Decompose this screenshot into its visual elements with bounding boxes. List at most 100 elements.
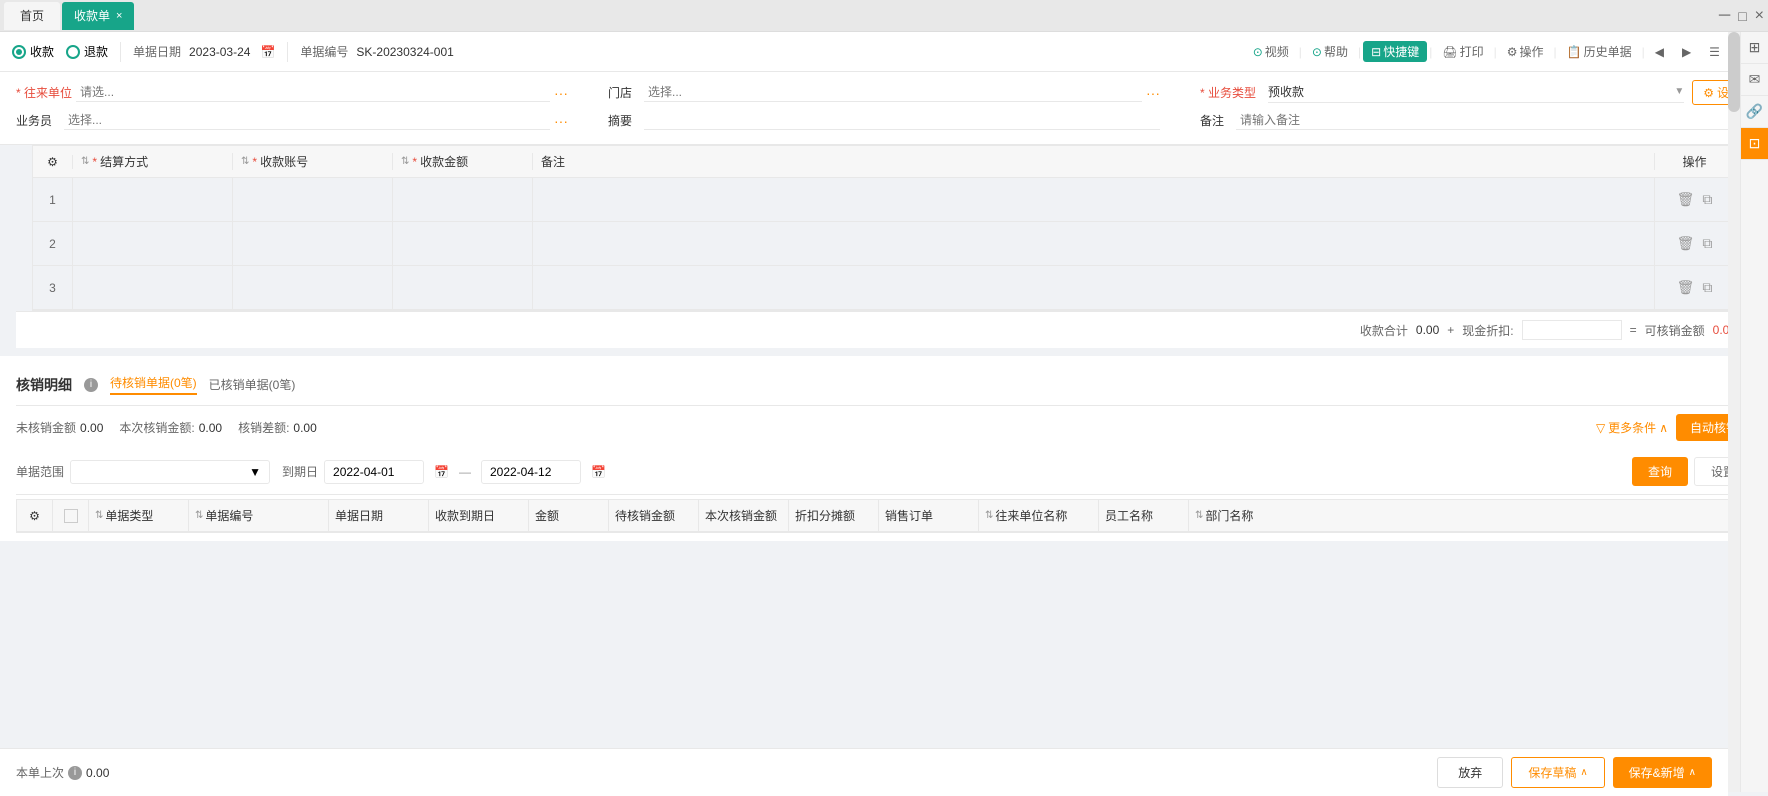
done-tab[interactable]: 已核销单据(0笔) xyxy=(209,376,296,393)
header-checkbox[interactable] xyxy=(64,509,78,523)
shop-more-btn[interactable]: ··· xyxy=(1146,85,1160,101)
row-1-amount[interactable] xyxy=(393,178,533,221)
radio-tuikuan[interactable]: 退款 xyxy=(66,43,108,60)
remark-field: 备注 xyxy=(1200,111,1752,130)
prev-info-icon[interactable]: i xyxy=(68,766,82,780)
scrollbar[interactable] xyxy=(1728,32,1740,792)
row-1-remark[interactable] xyxy=(533,178,1655,221)
radio-shoukuan[interactable]: 收款 xyxy=(12,43,54,60)
discount-input[interactable] xyxy=(1522,320,1622,340)
date-separator: — xyxy=(459,465,471,479)
summary-input[interactable] xyxy=(644,111,1160,130)
calendar-to-icon[interactable]: 📅 xyxy=(591,465,606,479)
row-2-amount[interactable] xyxy=(393,222,533,265)
row-1-copy-icon[interactable]: ⧉ xyxy=(1702,191,1712,208)
shop-input[interactable] xyxy=(644,83,1142,102)
save-draft-btn[interactable]: 保存草稿 ∧ xyxy=(1511,757,1604,788)
form-area: * 往来单位 ··· 门店 ··· * 业务类型 预收款 ▼ ⚙ 设置 xyxy=(0,72,1768,145)
row-2-jiesuan[interactable] xyxy=(73,222,233,265)
summary-row: 收款合计 0.00 + 现金折扣: = 可核销金额 0.00 xyxy=(16,311,1752,348)
footer-left: 本单上次 i 0.00 xyxy=(16,764,109,781)
history-btn[interactable]: 📋 历史单据 xyxy=(1559,41,1640,62)
row-2-account[interactable] xyxy=(233,222,393,265)
date-to-input[interactable] xyxy=(481,460,581,484)
biz-select[interactable]: 预收款 ▼ xyxy=(1268,83,1684,103)
diff-stat: 核销差额: 0.00 xyxy=(238,419,317,436)
row-3-remark[interactable] xyxy=(533,266,1655,309)
list-view-btn[interactable]: ☰ xyxy=(1701,43,1728,61)
help-icon: ⊙ xyxy=(1312,45,1322,59)
row-3-jiesuan[interactable] xyxy=(73,266,233,309)
video-btn[interactable]: ⊙ 视频 xyxy=(1245,41,1297,62)
calendar-from-icon[interactable]: 📅 xyxy=(434,465,449,479)
row-1-delete-icon[interactable]: 🗑 xyxy=(1677,191,1695,208)
biz-dropdown-icon: ▼ xyxy=(1674,86,1684,97)
settings-icon: ⚙ xyxy=(1703,86,1714,100)
scrollbar-thumb[interactable] xyxy=(1728,32,1740,112)
tab-close-icon[interactable]: × xyxy=(116,10,122,22)
partner-more-btn[interactable]: ··· xyxy=(554,85,568,101)
tab-current[interactable]: 收款单 × xyxy=(62,2,134,30)
help-btn[interactable]: ⊙ 帮助 xyxy=(1304,41,1356,62)
save-new-btn[interactable]: 保存&新增 ∧ xyxy=(1613,757,1712,788)
staff-more-btn[interactable]: ··· xyxy=(554,113,568,129)
sidebar-email-icon[interactable]: ✉ xyxy=(1741,64,1768,96)
table-header: ⚙ ⇅ * 结算方式 ⇅ * 收款账号 ⇅ * 收款金额 备注 操作 xyxy=(33,146,1735,178)
row-1-account[interactable] xyxy=(233,178,393,221)
radio-shoukuan-label: 收款 xyxy=(30,43,54,60)
table-row: 2 🗑 ⧉ xyxy=(33,222,1735,266)
row-2-actions: 🗑 ⧉ xyxy=(1655,222,1735,265)
row-1-jiesuan[interactable] xyxy=(73,178,233,221)
th-account: ⇅ * 收款账号 xyxy=(233,153,393,170)
biz-field: * 业务类型 预收款 ▼ ⚙ 设置 xyxy=(1200,80,1752,105)
table-row: 1 🗑 ⧉ xyxy=(33,178,1735,222)
remark-input[interactable] xyxy=(1236,111,1752,130)
discard-btn[interactable]: 放弃 xyxy=(1437,757,1503,788)
staff-label: 业务员 xyxy=(16,112,52,129)
stats-row: 未核销金额 0.00 本次核销金额: 0.00 核销差额: 0.00 ▽ 更多条… xyxy=(16,406,1752,449)
close-icon[interactable]: × xyxy=(1755,7,1764,25)
shortcut-btn[interactable]: ⊟ 快捷键 xyxy=(1363,41,1427,62)
pending-tab[interactable]: 待核销单据(0笔) xyxy=(110,374,197,395)
row-2-delete-icon[interactable]: 🗑 xyxy=(1677,235,1695,252)
this-cancel-label: 本次核销金额: xyxy=(119,419,194,436)
row-3-copy-icon[interactable]: ⧉ xyxy=(1702,279,1712,296)
row-3-delete-icon[interactable]: 🗑 xyxy=(1677,279,1695,296)
prev-page-btn[interactable]: ◀ xyxy=(1647,43,1672,61)
date-value: 2023-03-24 xyxy=(189,45,250,59)
bth-staff: 员工名称 xyxy=(1099,500,1189,531)
query-btn[interactable]: 查询 xyxy=(1632,457,1688,486)
equals-sign: = xyxy=(1630,323,1637,337)
total-label: 收款合计 xyxy=(1360,322,1408,339)
bth-settings[interactable]: ⚙ xyxy=(17,500,53,531)
minimize-icon[interactable]: ─ xyxy=(1719,7,1730,25)
sidebar-link-icon[interactable]: 🔗 xyxy=(1741,96,1768,128)
maximize-icon[interactable]: □ xyxy=(1738,8,1746,24)
row-2-remark[interactable] xyxy=(533,222,1655,265)
partner-input[interactable] xyxy=(76,83,550,102)
uncancelled-label: 未核销金额 xyxy=(16,419,76,436)
save-draft-dropdown-icon: ∧ xyxy=(1580,767,1587,778)
bth-checkbox[interactable] xyxy=(53,500,89,531)
diff-value: 0.00 xyxy=(293,421,316,435)
more-conditions-btn[interactable]: ▽ 更多条件 ∧ xyxy=(1596,419,1668,436)
next-page-btn[interactable]: ▶ xyxy=(1674,43,1699,61)
receipt-type-group: 收款 退款 xyxy=(12,43,108,60)
print-btn[interactable]: 🖨 打印 xyxy=(1434,41,1491,62)
sidebar-screenshot-icon[interactable]: ⊡ xyxy=(1741,128,1768,160)
th-settings[interactable]: ⚙ xyxy=(33,155,73,169)
tab-home[interactable]: 首页 xyxy=(4,2,60,30)
verification-info-icon[interactable]: i xyxy=(84,378,98,392)
bth-num: ⇅ 单据编号 xyxy=(189,500,329,531)
uncancelled-stat: 未核销金额 0.00 xyxy=(16,419,103,436)
row-3-account[interactable] xyxy=(233,266,393,309)
row-3-amount[interactable] xyxy=(393,266,533,309)
operate-btn[interactable]: ⚙ 操作 xyxy=(1499,41,1552,62)
date-from-input[interactable] xyxy=(324,460,424,484)
staff-input[interactable] xyxy=(64,111,550,130)
calendar-icon[interactable]: 📅 xyxy=(260,45,275,59)
sidebar-table-icon[interactable]: ⊞ xyxy=(1741,32,1768,64)
row-2-copy-icon[interactable]: ⧉ xyxy=(1702,235,1712,252)
range-select[interactable]: ▼ xyxy=(70,460,270,484)
footer: 本单上次 i 0.00 放弃 保存草稿 ∧ 保存&新增 ∧ xyxy=(0,748,1728,796)
